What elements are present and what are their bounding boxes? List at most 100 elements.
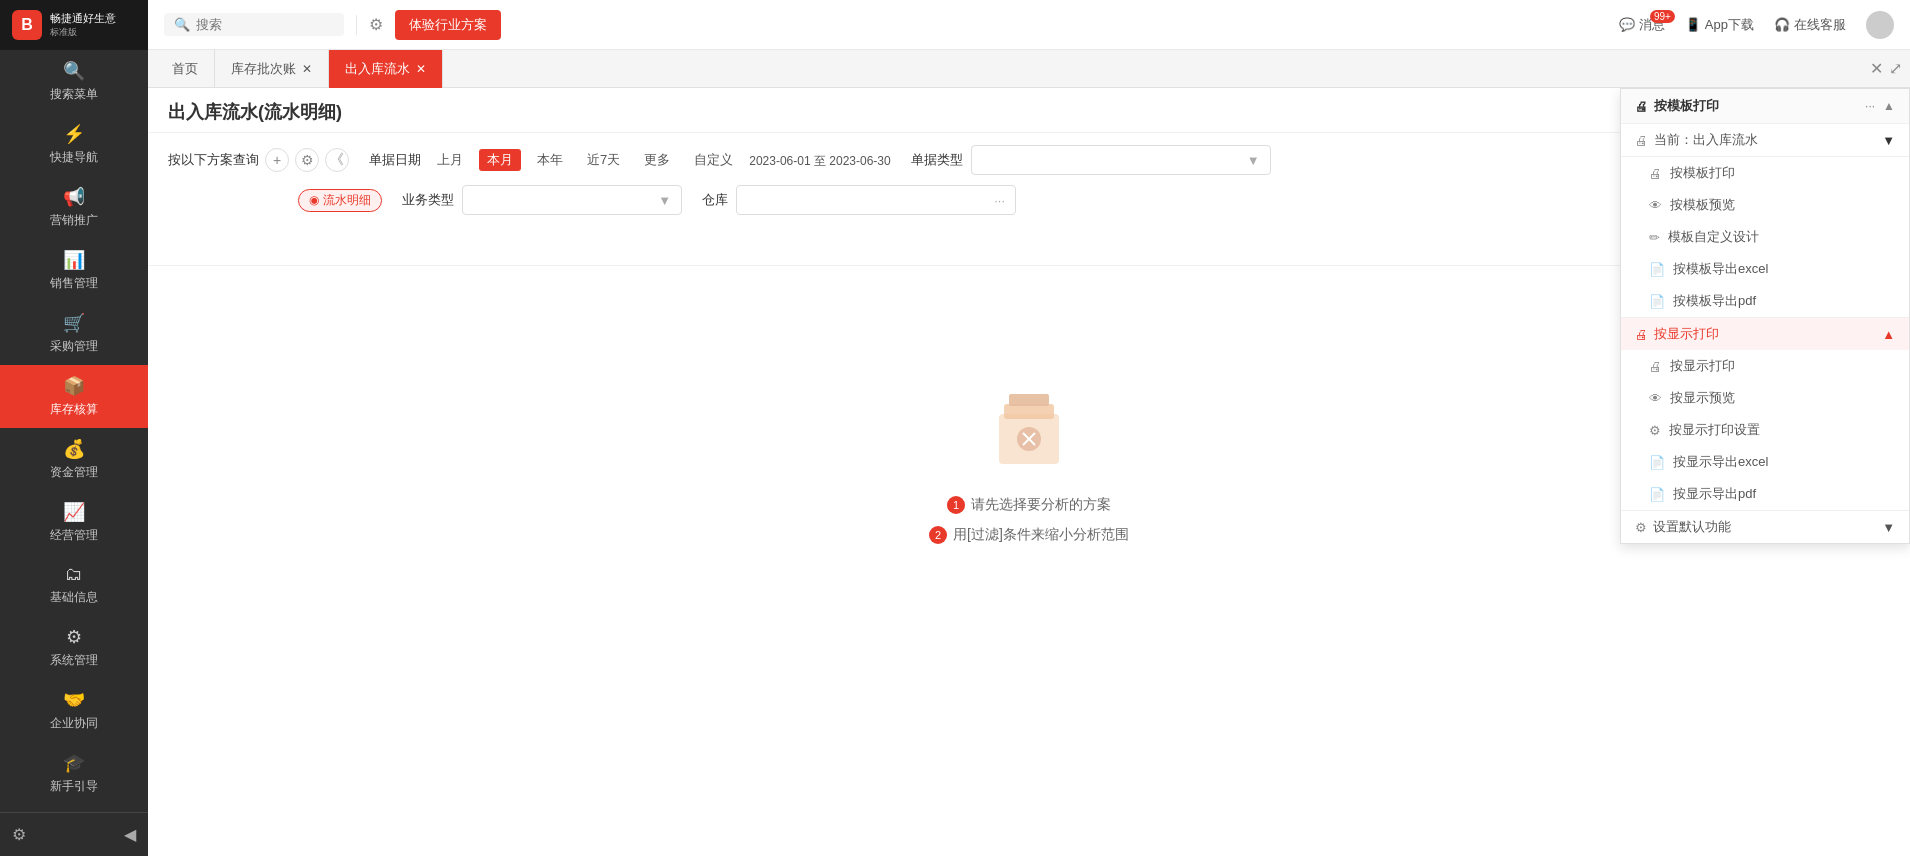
sales-icon: 📊 <box>63 249 85 271</box>
set-default-section[interactable]: ⚙ 设置默认功能 ▼ <box>1621 511 1909 543</box>
sidebar-item-marketing[interactable]: 📢 营销推广 <box>0 176 148 239</box>
page-title: 出入库流水(流水明细) <box>168 100 342 124</box>
date-filter-group: 单据日期 上月 本月 本年 近7天 更多 自定义 2023-06-01 至 20… <box>369 149 891 171</box>
topbar-right: 💬 消息 99+ 📱 App下载 🎧 在线客服 <box>1619 11 1894 39</box>
tab-expand-icon[interactable]: ⤢ <box>1889 59 1902 78</box>
display-settings-icon: ⚙ <box>1649 423 1661 438</box>
date-tab-last-month[interactable]: 上月 <box>429 149 471 171</box>
sidebar-item-quick[interactable]: ⚡ 快捷导航 <box>0 113 148 176</box>
date-tab-custom[interactable]: 自定义 <box>686 149 741 171</box>
display-excel-label: 按显示导出excel <box>1673 453 1768 471</box>
sidebar-item-purchase[interactable]: 🛒 采购管理 <box>0 302 148 365</box>
collapse-sidebar-icon[interactable]: ◀ <box>124 825 136 844</box>
settings-bottom-icon[interactable]: ⚙ <box>12 825 26 844</box>
warehouse-select[interactable]: ··· <box>736 185 1016 215</box>
sidebar-item-corp[interactable]: 🤝 企业协同 <box>0 679 148 742</box>
headset-icon: 🎧 <box>1774 17 1790 32</box>
corp-icon: 🤝 <box>63 689 85 711</box>
default-icon: ⚙ <box>1635 520 1647 535</box>
search-input[interactable] <box>196 17 316 32</box>
sidebar-item-system[interactable]: ⚙ 系统管理 <box>0 616 148 679</box>
app-download-item[interactable]: 📱 App下载 <box>1685 16 1754 34</box>
more-icon[interactable]: ··· <box>1865 99 1875 113</box>
sidebar-item-basic[interactable]: 🗂 基础信息 <box>0 554 148 616</box>
warehouse-filter: 仓库 ··· <box>702 185 1016 215</box>
date-label: 单据日期 <box>369 151 421 169</box>
display-preview-label: 按显示预览 <box>1670 389 1735 407</box>
dropdown-title: 🖨 按模板打印 <box>1635 97 1719 115</box>
display-section-label: 按显示打印 <box>1654 325 1719 343</box>
sidebar-item-operation[interactable]: 📈 经营管理 <box>0 491 148 554</box>
warehouse-label: 仓库 <box>702 191 728 209</box>
dropdown-title-label: 按模板打印 <box>1654 97 1719 115</box>
industry-btn[interactable]: 体验行业方案 <box>395 10 501 40</box>
display-settings-item[interactable]: ⚙ 按显示打印设置 <box>1621 414 1909 446</box>
display-excel-item[interactable]: 📄 按显示导出excel <box>1621 446 1909 478</box>
flow-tag[interactable]: ◉ 流水明细 <box>298 189 382 212</box>
phone-icon: 📱 <box>1685 17 1701 32</box>
logo-icon: B <box>12 10 42 40</box>
sidebar-item-label: 营销推广 <box>50 212 98 229</box>
tab-home[interactable]: 首页 <box>156 50 215 88</box>
doc-type-select[interactable]: ▼ <box>971 145 1271 175</box>
message-item[interactable]: 💬 消息 99+ <box>1619 16 1665 34</box>
add-filter-btn[interactable]: + <box>265 148 289 172</box>
biz-type-select[interactable]: ▼ <box>462 185 682 215</box>
display-pdf-item[interactable]: 📄 按显示导出pdf <box>1621 478 1909 510</box>
sidebar-item-sales[interactable]: 📊 销售管理 <box>0 239 148 302</box>
current-section-header[interactable]: 🖨 当前：出入库流水 ▼ <box>1621 124 1909 156</box>
sidebar-item-search[interactable]: 🔍 搜索菜单 <box>0 50 148 113</box>
main-area: 🔍 ⚙ 体验行业方案 💬 消息 99+ 📱 App下载 🎧 在线客服 <box>148 0 1910 856</box>
template-preview-label: 按模板预览 <box>1670 196 1735 214</box>
template-excel-label: 按模板导出excel <box>1673 260 1768 278</box>
collapse-filter-btn[interactable]: 《 <box>325 148 349 172</box>
date-tab-current-year[interactable]: 本年 <box>529 149 571 171</box>
printer-icon-3: 🖨 <box>1649 166 1662 181</box>
date-tab-more[interactable]: 更多 <box>636 149 678 171</box>
tab-batch[interactable]: 库存批次账 ✕ <box>215 50 329 88</box>
user-avatar-item[interactable] <box>1866 11 1894 39</box>
tab-flow-close[interactable]: ✕ <box>416 62 426 76</box>
tab-close-all-icon[interactable]: ✕ <box>1870 59 1883 78</box>
sidebar-item-label: 销售管理 <box>50 275 98 292</box>
finance-icon: 💰 <box>63 438 85 460</box>
date-tab-current-month[interactable]: 本月 <box>479 149 521 171</box>
sidebar-item-finance[interactable]: 💰 资金管理 <box>0 428 148 491</box>
tab-batch-close[interactable]: ✕ <box>302 62 312 76</box>
template-excel-item[interactable]: 📄 按模板导出excel <box>1621 253 1909 285</box>
display-preview-icon: 👁 <box>1649 391 1662 406</box>
template-pdf-item[interactable]: 📄 按模板导出pdf <box>1621 285 1909 317</box>
sidebar-item-guide[interactable]: 🎓 新手引导 <box>0 742 148 805</box>
display-section-header[interactable]: 🖨 按显示打印 ▲ <box>1621 318 1909 350</box>
default-arrow: ▼ <box>1882 520 1895 535</box>
date-tab-last7[interactable]: 近7天 <box>579 149 628 171</box>
display-print-label: 按显示打印 <box>1670 357 1735 375</box>
edit-icon: ✏ <box>1649 230 1660 245</box>
sidebar-item-label: 新手引导 <box>50 778 98 795</box>
display-print-icon: 🖨 <box>1649 359 1662 374</box>
ellipsis-icon: ··· <box>994 193 1005 208</box>
online-service-item[interactable]: 🎧 在线客服 <box>1774 16 1846 34</box>
template-preview-item[interactable]: 👁 按模板预览 <box>1621 189 1909 221</box>
settings-icon[interactable]: ⚙ <box>369 15 383 34</box>
search-box[interactable]: 🔍 <box>164 13 344 36</box>
inventory-icon: 📦 <box>63 375 85 397</box>
sidebar-item-apps[interactable]: 🧩 应用中心 <box>0 805 148 812</box>
chevron-down-icon: ▼ <box>1247 153 1260 168</box>
tabbar-right: ✕ ⤢ <box>1870 59 1902 78</box>
display-preview-item[interactable]: 👁 按显示预览 <box>1621 382 1909 414</box>
template-pdf-label: 按模板导出pdf <box>1673 292 1756 310</box>
display-print-item[interactable]: 🖨 按显示打印 <box>1621 350 1909 382</box>
tab-flow[interactable]: 出入库流水 ✕ <box>329 50 443 88</box>
template-print-item[interactable]: 🖨 按模板打印 <box>1621 157 1909 189</box>
display-settings-label: 按显示打印设置 <box>1669 421 1760 439</box>
filter-settings-btn[interactable]: ⚙ <box>295 148 319 172</box>
flow-tag-icon: ◉ <box>309 193 319 207</box>
template-custom-item[interactable]: ✏ 模板自定义设计 <box>1621 221 1909 253</box>
tab-batch-label: 库存批次账 <box>231 60 296 78</box>
printer-icon-2: 🖨 <box>1635 99 1648 114</box>
sidebar-item-label: 采购管理 <box>50 338 98 355</box>
doc-type-filter: 单据类型 ▼ <box>911 145 1271 175</box>
chevron-up-icon-3[interactable]: ▲ <box>1883 99 1895 113</box>
sidebar-item-inventory[interactable]: 📦 库存核算 <box>0 365 148 428</box>
